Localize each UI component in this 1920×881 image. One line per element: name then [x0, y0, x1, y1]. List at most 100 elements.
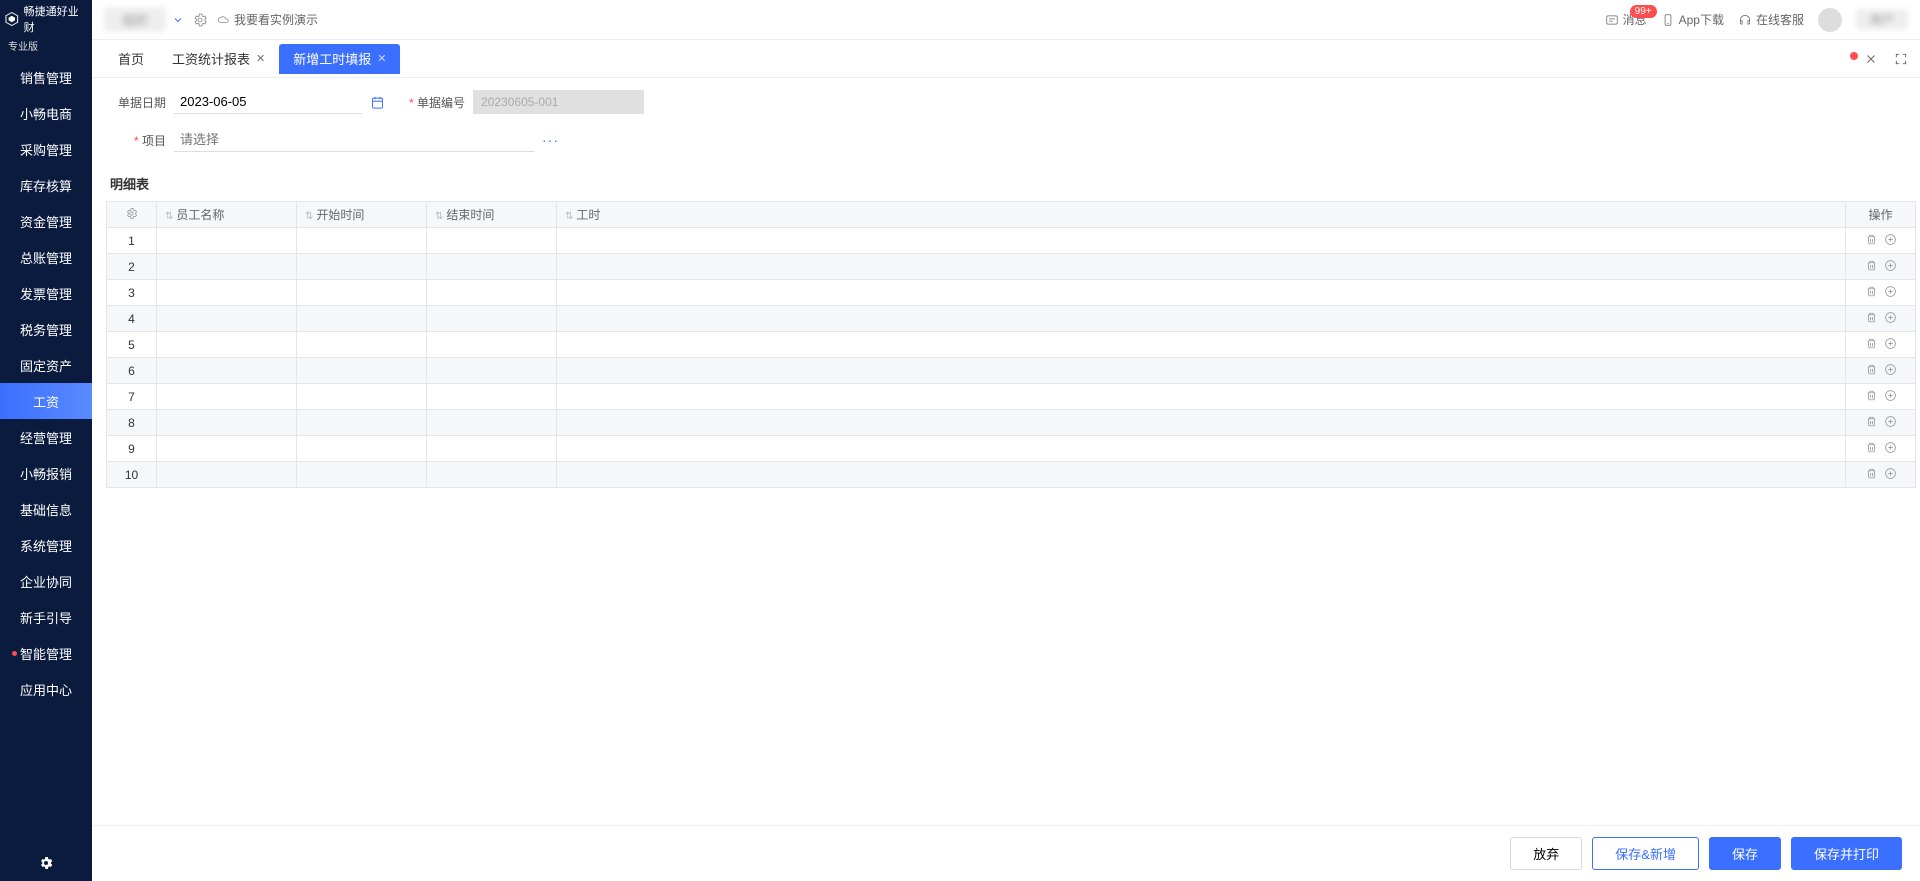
cell-start[interactable]: [297, 228, 427, 254]
add-row-icon[interactable]: [1884, 441, 1897, 454]
cell-name[interactable]: [157, 384, 297, 410]
add-row-icon[interactable]: [1884, 389, 1897, 402]
tab-salary-report[interactable]: 工资统计报表 ✕: [158, 44, 279, 74]
close-icon[interactable]: ✕: [256, 52, 265, 65]
download-button[interactable]: App下载: [1661, 11, 1724, 28]
cell-hours[interactable]: [557, 410, 1846, 436]
sidebar-item-sales[interactable]: 销售管理: [0, 59, 92, 95]
cell-end[interactable]: [427, 280, 557, 306]
close-all-icon[interactable]: [1860, 48, 1882, 70]
settings-icon[interactable]: [192, 12, 208, 28]
save-print-button[interactable]: 保存并打印: [1791, 837, 1902, 870]
cell-end[interactable]: [427, 254, 557, 280]
sidebar-item-operations[interactable]: 经营管理: [0, 419, 92, 455]
cell-start[interactable]: [297, 462, 427, 488]
demo-link[interactable]: 我要看实例演示: [216, 11, 318, 28]
delete-row-icon[interactable]: [1865, 467, 1878, 480]
delete-row-icon[interactable]: [1865, 311, 1878, 324]
table-settings-header[interactable]: [107, 202, 157, 228]
sidebar-item-funds[interactable]: 资金管理: [0, 203, 92, 239]
cell-name[interactable]: [157, 462, 297, 488]
cell-hours[interactable]: [557, 228, 1846, 254]
add-row-icon[interactable]: [1884, 467, 1897, 480]
sidebar-item-smart[interactable]: 智能管理: [0, 635, 92, 671]
cell-hours[interactable]: [557, 358, 1846, 384]
delete-row-icon[interactable]: [1865, 389, 1878, 402]
add-row-icon[interactable]: [1884, 363, 1897, 376]
cell-name[interactable]: [157, 332, 297, 358]
cell-name[interactable]: [157, 436, 297, 462]
delete-row-icon[interactable]: [1865, 233, 1878, 246]
cell-start[interactable]: [297, 410, 427, 436]
sidebar-item-basic[interactable]: 基础信息: [0, 491, 92, 527]
cell-end[interactable]: [427, 306, 557, 332]
delete-row-icon[interactable]: [1865, 337, 1878, 350]
tab-home[interactable]: 首页: [104, 44, 158, 74]
cell-name[interactable]: [157, 280, 297, 306]
sidebar-item-tax[interactable]: 税务管理: [0, 311, 92, 347]
save-new-button[interactable]: 保存&新增: [1592, 837, 1699, 870]
th-hours[interactable]: ⇅工时: [557, 202, 1846, 228]
sidebar-item-purchase[interactable]: 采购管理: [0, 131, 92, 167]
calendar-icon[interactable]: [370, 95, 385, 110]
discard-button[interactable]: 放弃: [1510, 837, 1582, 870]
org-selector[interactable]: 组织: [104, 7, 184, 32]
sidebar-item-inventory[interactable]: 库存核算: [0, 167, 92, 203]
support-button[interactable]: 在线客服: [1738, 11, 1804, 28]
th-end[interactable]: ⇅结束时间: [427, 202, 557, 228]
sidebar-item-guide[interactable]: 新手引导: [0, 599, 92, 635]
sidebar-item-collab[interactable]: 企业协同: [0, 563, 92, 599]
th-start[interactable]: ⇅开始时间: [297, 202, 427, 228]
cell-name[interactable]: [157, 358, 297, 384]
add-row-icon[interactable]: [1884, 415, 1897, 428]
add-row-icon[interactable]: [1884, 311, 1897, 324]
cell-start[interactable]: [297, 254, 427, 280]
sidebar-item-apps[interactable]: 应用中心: [0, 671, 92, 707]
cell-name[interactable]: [157, 306, 297, 332]
cell-start[interactable]: [297, 358, 427, 384]
cell-start[interactable]: [297, 306, 427, 332]
ellipsis-icon[interactable]: ···: [542, 132, 559, 148]
cell-hours[interactable]: [557, 332, 1846, 358]
date-input[interactable]: [174, 90, 362, 114]
cell-name[interactable]: [157, 228, 297, 254]
cell-hours[interactable]: [557, 254, 1846, 280]
delete-row-icon[interactable]: [1865, 415, 1878, 428]
delete-row-icon[interactable]: [1865, 363, 1878, 376]
cell-end[interactable]: [427, 436, 557, 462]
cell-end[interactable]: [427, 462, 557, 488]
save-button[interactable]: 保存: [1709, 837, 1781, 870]
project-select[interactable]: [174, 128, 534, 152]
th-name[interactable]: ⇅员工名称: [157, 202, 297, 228]
add-row-icon[interactable]: [1884, 337, 1897, 350]
cell-end[interactable]: [427, 410, 557, 436]
sidebar-item-assets[interactable]: 固定资产: [0, 347, 92, 383]
add-row-icon[interactable]: [1884, 285, 1897, 298]
delete-row-icon[interactable]: [1865, 285, 1878, 298]
sidebar-item-system[interactable]: 系统管理: [0, 527, 92, 563]
cell-end[interactable]: [427, 358, 557, 384]
cell-hours[interactable]: [557, 280, 1846, 306]
cell-end[interactable]: [427, 384, 557, 410]
add-row-icon[interactable]: [1884, 259, 1897, 272]
tab-new-timesheet[interactable]: 新增工时填报 ✕: [279, 44, 400, 74]
sidebar-item-salary[interactable]: 工资: [0, 383, 92, 419]
cell-end[interactable]: [427, 332, 557, 358]
avatar[interactable]: [1818, 8, 1842, 32]
cell-name[interactable]: [157, 410, 297, 436]
cell-end[interactable]: [427, 228, 557, 254]
sidebar-item-ledger[interactable]: 总账管理: [0, 239, 92, 275]
sidebar-item-invoice[interactable]: 发票管理: [0, 275, 92, 311]
sidebar-settings[interactable]: [0, 845, 92, 881]
delete-row-icon[interactable]: [1865, 441, 1878, 454]
cell-hours[interactable]: [557, 462, 1846, 488]
add-row-icon[interactable]: [1884, 233, 1897, 246]
sidebar-item-ecommerce[interactable]: 小畅电商: [0, 95, 92, 131]
cell-start[interactable]: [297, 332, 427, 358]
cell-start[interactable]: [297, 280, 427, 306]
messages-button[interactable]: 消息 99+: [1605, 11, 1647, 28]
sidebar-item-expense[interactable]: 小畅报销: [0, 455, 92, 491]
fullscreen-icon[interactable]: [1890, 48, 1912, 70]
cell-hours[interactable]: [557, 436, 1846, 462]
cell-start[interactable]: [297, 436, 427, 462]
